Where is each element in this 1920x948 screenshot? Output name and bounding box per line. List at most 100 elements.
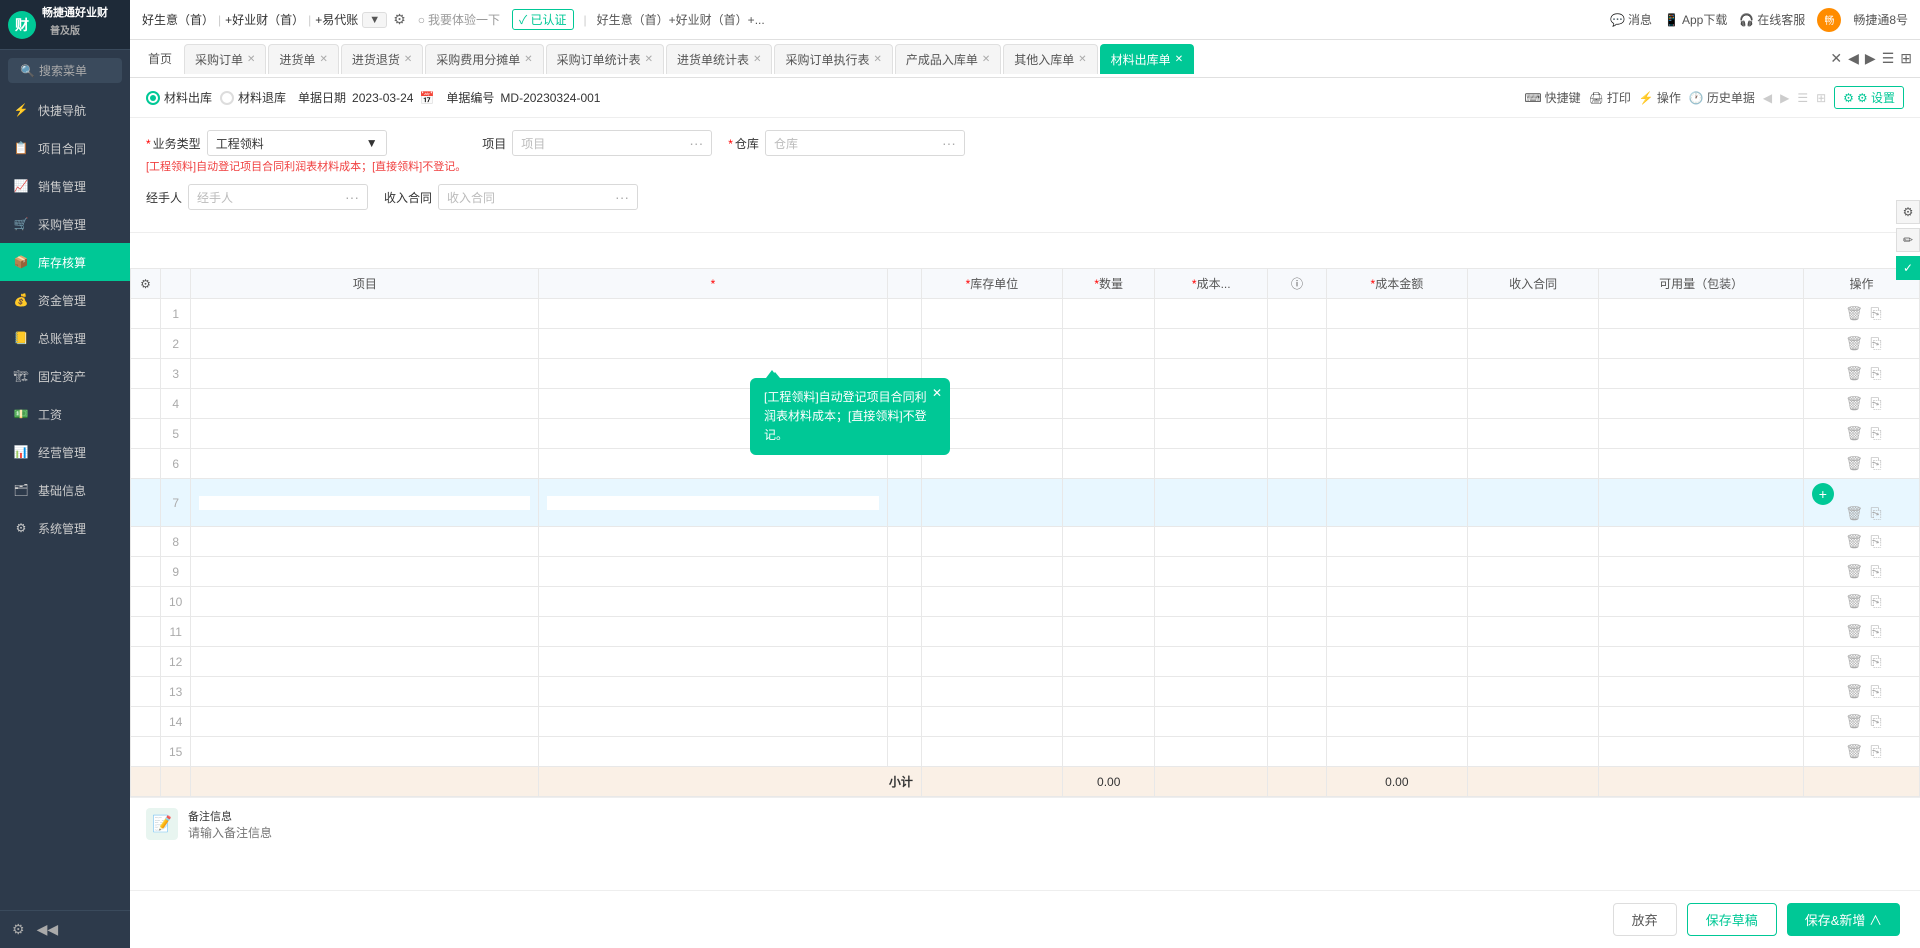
row-unit-14[interactable] xyxy=(921,707,1062,737)
row-spec-2[interactable] xyxy=(887,329,921,359)
row-qty-9[interactable] xyxy=(1062,557,1154,587)
row-income-5[interactable] xyxy=(1467,419,1599,449)
tab-purchase-stats[interactable]: 采购订单统计表 ✕ xyxy=(546,44,664,74)
row-spec-12[interactable] xyxy=(887,647,921,677)
topbar-more-btn[interactable]: ▼ xyxy=(362,12,387,28)
row-qty-2[interactable] xyxy=(1062,329,1154,359)
copy-row-btn-7[interactable]: ⎘ xyxy=(1870,505,1881,521)
handler-select[interactable]: 经手人 ··· xyxy=(188,184,368,210)
tab-close-other-inbound[interactable]: ✕ xyxy=(1078,54,1086,65)
row-project-1[interactable] xyxy=(191,299,539,329)
topbar-gear-icon[interactable]: ⚙ xyxy=(393,11,406,28)
copy-row-btn-1[interactable]: ⎘ xyxy=(1870,305,1881,321)
user-avatar[interactable]: 畅 xyxy=(1817,8,1841,32)
row-cost-6[interactable] xyxy=(1155,449,1268,479)
sidebar-item-inventory[interactable]: 📦 库存核算 xyxy=(0,243,130,281)
row-qty-15[interactable] xyxy=(1062,737,1154,767)
row-income-10[interactable] xyxy=(1467,587,1599,617)
save-draft-button[interactable]: 保存草稿 xyxy=(1687,903,1777,936)
row-cost-13[interactable] xyxy=(1155,677,1268,707)
row-cost-2[interactable] xyxy=(1155,329,1268,359)
collapse-icon[interactable]: ◀◀ xyxy=(37,921,59,938)
row-cost-amount-9[interactable] xyxy=(1326,557,1467,587)
row-cost-amount-5[interactable] xyxy=(1326,419,1467,449)
row-project-15[interactable] xyxy=(191,737,539,767)
tab-close-all[interactable]: ✕ xyxy=(1830,50,1842,67)
tooltip-close-btn[interactable]: ✕ xyxy=(932,384,942,403)
tab-close-purchase-stats[interactable]: ✕ xyxy=(645,54,653,65)
delete-row-btn-2[interactable]: 🗑 xyxy=(1845,335,1863,351)
row-project-7[interactable] xyxy=(191,479,539,527)
print-btn[interactable]: 🖨 打印 xyxy=(1589,89,1631,106)
row-income-3[interactable] xyxy=(1467,359,1599,389)
tab-close-inbound[interactable]: ✕ xyxy=(319,54,327,65)
row-material-13[interactable] xyxy=(539,677,887,707)
tab-nav-next[interactable]: ▶ xyxy=(1865,50,1876,67)
side-tool-2[interactable]: ✏ xyxy=(1896,228,1920,252)
row-project-13[interactable] xyxy=(191,677,539,707)
settings-icon[interactable]: ⚙ xyxy=(12,921,25,938)
row-cost-10[interactable] xyxy=(1155,587,1268,617)
col-cost-info[interactable]: ⓘ xyxy=(1268,269,1327,299)
row-project-8[interactable] xyxy=(191,527,539,557)
history-btn[interactable]: 🕐 历史单据 xyxy=(1689,89,1755,106)
operate-btn[interactable]: ⚡ 操作 xyxy=(1639,89,1681,106)
row-unit-15[interactable] xyxy=(921,737,1062,767)
row-material-8[interactable] xyxy=(539,527,887,557)
copy-row-btn-2[interactable]: ⎘ xyxy=(1870,335,1881,351)
row-material-10[interactable] xyxy=(539,587,887,617)
row-unit-2[interactable] xyxy=(921,329,1062,359)
delete-row-btn-7[interactable]: 🗑 xyxy=(1845,505,1863,521)
topbar-experience[interactable]: ○ 我要体验一下 xyxy=(418,11,500,28)
row-project-6[interactable] xyxy=(191,449,539,479)
tab-product-inbound[interactable]: 产成品入库单 ✕ xyxy=(895,44,1001,74)
row-cost-14[interactable] xyxy=(1155,707,1268,737)
row-income-6[interactable] xyxy=(1467,449,1599,479)
row-cost-amount-2[interactable] xyxy=(1326,329,1467,359)
topbar-link-1[interactable]: 好生意（首） xyxy=(142,11,214,28)
discard-button[interactable]: 放弃 xyxy=(1613,903,1677,936)
row-material-15[interactable] xyxy=(539,737,887,767)
copy-row-btn-14[interactable]: ⎘ xyxy=(1870,713,1881,729)
row-cost-5[interactable] xyxy=(1155,419,1268,449)
delete-row-btn-13[interactable]: 🗑 xyxy=(1845,683,1863,699)
tab-close-inbound-stats[interactable]: ✕ xyxy=(753,54,761,65)
sidebar-item-purchase[interactable]: 🛒 采购管理 xyxy=(0,205,130,243)
row-material-12[interactable] xyxy=(539,647,887,677)
row-income-15[interactable] xyxy=(1467,737,1599,767)
tab-inbound-stats[interactable]: 进货单统计表 ✕ xyxy=(666,44,772,74)
row-income-4[interactable] xyxy=(1467,389,1599,419)
topbar-link-2[interactable]: +好业财（首） xyxy=(225,11,304,28)
row-spec-13[interactable] xyxy=(887,677,921,707)
tab-view-grid[interactable]: ⊞ xyxy=(1900,50,1912,67)
sidebar-item-ops[interactable]: 📊 经营管理 xyxy=(0,433,130,471)
row-spec-8[interactable] xyxy=(887,527,921,557)
tab-close-material-outbound[interactable]: ✕ xyxy=(1175,54,1183,65)
row-unit-12[interactable] xyxy=(921,647,1062,677)
project-dots[interactable]: ··· xyxy=(689,135,703,151)
row-cost-amount-12[interactable] xyxy=(1326,647,1467,677)
add-row-btn-7[interactable]: + xyxy=(1812,483,1834,505)
row-cost-3[interactable] xyxy=(1155,359,1268,389)
row-project-5[interactable] xyxy=(191,419,539,449)
tab-purchase-order[interactable]: 采购订单 ✕ xyxy=(184,44,266,74)
row-qty-3[interactable] xyxy=(1062,359,1154,389)
note-input[interactable] xyxy=(188,826,343,840)
tab-material-outbound[interactable]: 材料出库单 ✕ xyxy=(1100,44,1194,74)
row-qty-6[interactable] xyxy=(1062,449,1154,479)
row-cost-amount-7[interactable] xyxy=(1326,479,1467,527)
row-material-7[interactable] xyxy=(539,479,887,527)
row-income-1[interactable] xyxy=(1467,299,1599,329)
delete-row-btn-10[interactable]: 🗑 xyxy=(1845,593,1863,609)
row-material-11[interactable] xyxy=(539,617,887,647)
row-qty-5[interactable] xyxy=(1062,419,1154,449)
row-cost-9[interactable] xyxy=(1155,557,1268,587)
income-contract-dots[interactable]: ··· xyxy=(615,189,629,205)
row-cost-amount-3[interactable] xyxy=(1326,359,1467,389)
topbar-certified[interactable]: ✓ 已认证 xyxy=(512,9,574,30)
row-project-12[interactable] xyxy=(191,647,539,677)
tab-purchase-fee[interactable]: 采购费用分摊单 ✕ xyxy=(425,44,543,74)
col-settings-header[interactable]: ⚙ xyxy=(131,269,161,299)
row-unit-8[interactable] xyxy=(921,527,1062,557)
date-value[interactable]: 2023-03-24 xyxy=(352,91,413,105)
